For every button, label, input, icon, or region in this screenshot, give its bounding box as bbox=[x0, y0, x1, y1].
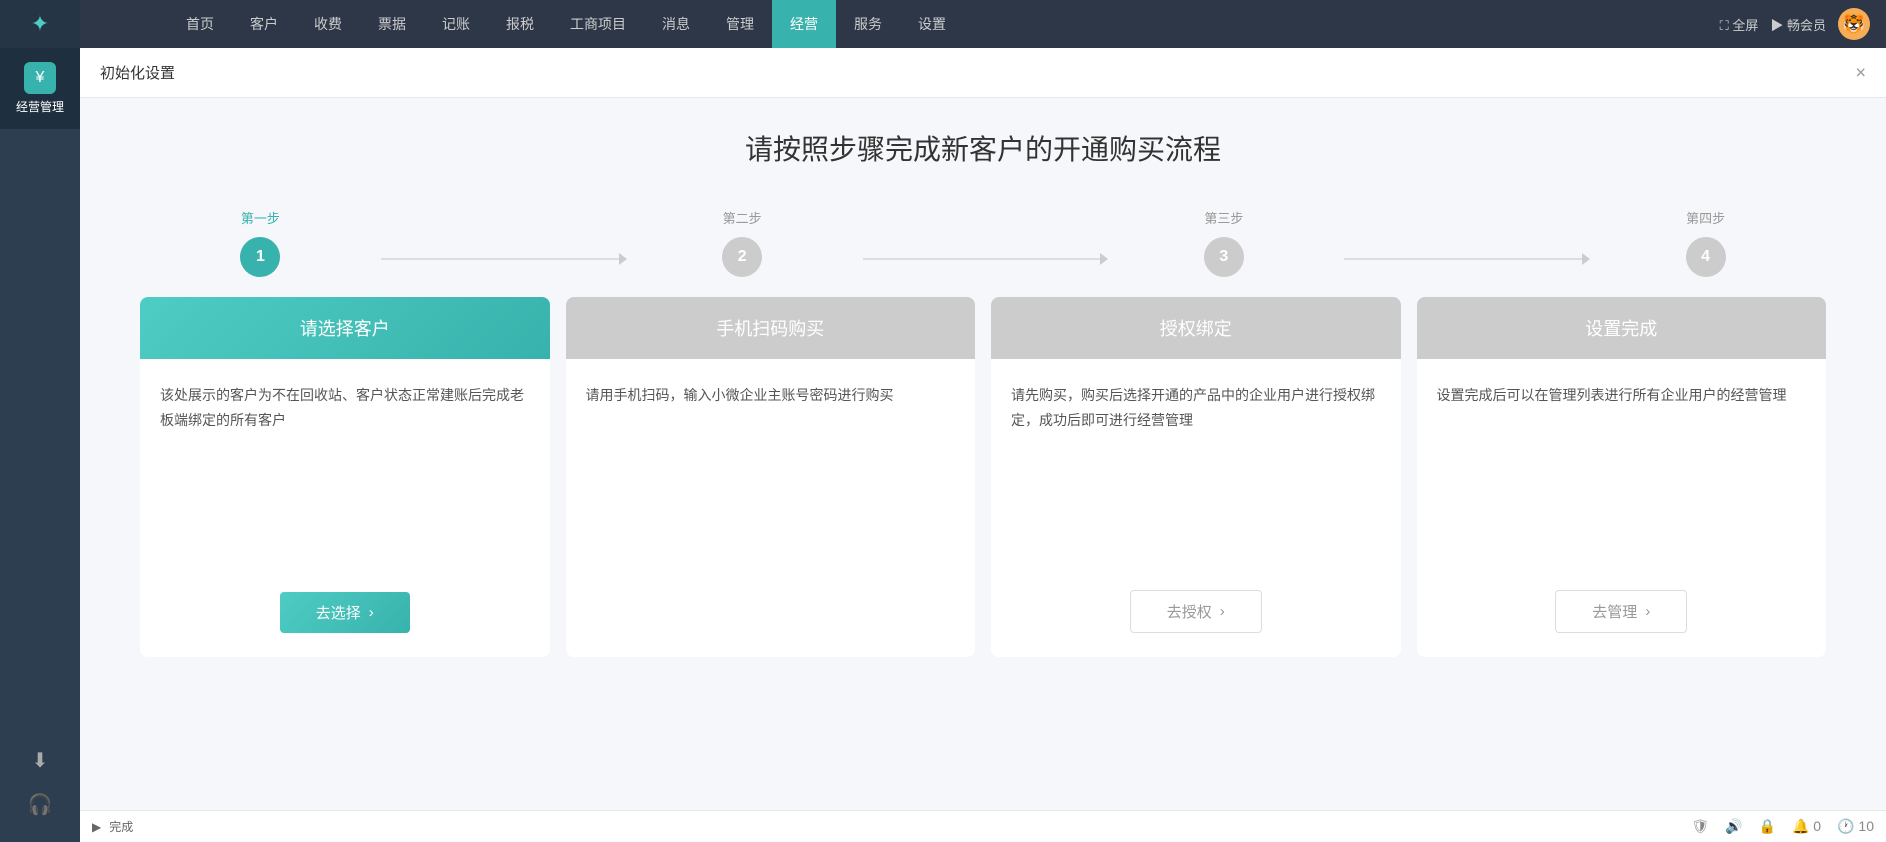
status-bar: ▶ 完成 🛡 🔊 🔒 🔔 0 🕐 10 bbox=[80, 810, 1886, 842]
top-nav: 首页 客户 收费 票据 记账 报税 工商项目 消息 管理 经营 服务 设置 ⛶ … bbox=[80, 0, 1886, 48]
main-area: 初始化设置 × 请按照步骤完成新客户的开通购买流程 第一步 1 第二步 2 bbox=[80, 48, 1886, 810]
steps-timeline: 第一步 1 第二步 2 第三步 3 bbox=[140, 208, 1826, 277]
step-item-1: 第一步 1 bbox=[140, 208, 381, 277]
card-4-footer: 去管理 › bbox=[1417, 574, 1827, 657]
page-header: 初始化设置 × bbox=[80, 48, 1886, 98]
step-4-label: 第四步 bbox=[1686, 208, 1725, 227]
lock-icon: 🔒 bbox=[1759, 818, 1776, 835]
card-2-body: 请用手机扫码，输入小微企业主账号密码进行购买 bbox=[566, 359, 976, 617]
step-2-circle: 2 bbox=[722, 237, 762, 277]
go-authorize-button[interactable]: 去授权 › bbox=[1130, 590, 1262, 633]
sidebar-main-item[interactable]: ¥ 经营管理 bbox=[0, 48, 80, 129]
step-card-1: 请选择客户 该处展示的客户为不在回收站、客户状态正常建账后完成老板端绑定的所有客… bbox=[140, 297, 550, 657]
go-manage-button[interactable]: 去管理 › bbox=[1555, 590, 1687, 633]
nav-item-message[interactable]: 消息 bbox=[644, 0, 708, 48]
step-3-label: 第三步 bbox=[1204, 208, 1243, 227]
card-3-body: 请先购买，购买后选择开通的产品中的企业用户进行授权绑定，成功后即可进行经营管理 bbox=[991, 359, 1401, 574]
cards-row: 请选择客户 该处展示的客户为不在回收站、客户状态正常建账后完成老板端绑定的所有客… bbox=[140, 297, 1826, 657]
card-3-header: 授权绑定 bbox=[991, 297, 1401, 359]
status-bar-right: 🛡 🔊 🔒 🔔 0 🕐 10 bbox=[1691, 818, 1874, 835]
nav-item-service[interactable]: 服务 bbox=[836, 0, 900, 48]
go-select-button[interactable]: 去选择 › bbox=[280, 592, 410, 633]
card-2-header: 手机扫码购买 bbox=[566, 297, 976, 359]
card-1-body: 该处展示的客户为不在回收站、客户状态正常建账后完成老板端绑定的所有客户 bbox=[140, 359, 550, 576]
nav-right: ⛶ 全屏 ▶ 畅会员 🐯 bbox=[1720, 8, 1886, 40]
avatar[interactable]: 🐯 bbox=[1838, 8, 1870, 40]
nav-item-operation[interactable]: 经营 bbox=[772, 0, 836, 48]
sidebar-main-label: 经营管理 bbox=[16, 98, 64, 115]
sidebar-bottom: ⬇ 🎧 bbox=[22, 742, 58, 842]
status-text: 完成 bbox=[109, 818, 133, 835]
card-4-body: 设置完成后可以在管理列表进行所有企业用户的经营管理 bbox=[1417, 359, 1827, 574]
card-1-header: 请选择客户 bbox=[140, 297, 550, 359]
sidebar: ✦ ¥ 经营管理 ⬇ 🎧 bbox=[0, 0, 80, 842]
play-icon: ▶ bbox=[92, 820, 101, 834]
headset-icon[interactable]: 🎧 bbox=[22, 786, 58, 822]
nav-item-bookkeeping[interactable]: 记账 bbox=[424, 0, 488, 48]
shield-icon: 🛡 bbox=[1691, 818, 1709, 835]
nav-item-customer[interactable]: 客户 bbox=[232, 0, 296, 48]
card-3-footer: 去授权 › bbox=[991, 574, 1401, 657]
fullscreen-btn[interactable]: ⛶ 全屏 bbox=[1720, 15, 1759, 34]
nav-item-business[interactable]: 工商项目 bbox=[552, 0, 644, 48]
download-icon[interactable]: ⬇ bbox=[22, 742, 58, 778]
step-item-3: 第三步 3 bbox=[1103, 208, 1344, 277]
close-button[interactable]: × bbox=[1855, 62, 1866, 83]
step-card-4: 设置完成 设置完成后可以在管理列表进行所有企业用户的经营管理 去管理 › bbox=[1417, 297, 1827, 657]
page-title: 初始化设置 bbox=[100, 62, 175, 83]
nav-item-manage[interactable]: 管理 bbox=[708, 0, 772, 48]
card-1-footer: 去选择 › bbox=[140, 576, 550, 657]
wizard-title: 请按照步骤完成新客户的开通购买流程 bbox=[120, 128, 1846, 168]
nav-item-home[interactable]: 首页 bbox=[168, 0, 232, 48]
step-item-4: 第四步 4 bbox=[1585, 208, 1826, 277]
step-item-2: 第二步 2 bbox=[622, 208, 863, 277]
step-4-circle: 4 bbox=[1686, 237, 1726, 277]
step-2-label: 第二步 bbox=[723, 208, 762, 227]
step-card-3: 授权绑定 请先购买，购买后选择开通的产品中的企业用户进行授权绑定，成功后即可进行… bbox=[991, 297, 1401, 657]
notification-icon: 🔔 0 bbox=[1792, 818, 1821, 835]
card-4-header: 设置完成 bbox=[1417, 297, 1827, 359]
steps-wrapper: 第一步 1 第二步 2 第三步 3 bbox=[120, 208, 1846, 657]
clock-icon: 🕐 10 bbox=[1837, 818, 1874, 835]
step-1-circle: 1 bbox=[240, 237, 280, 277]
step-3-circle: 3 bbox=[1204, 237, 1244, 277]
main-content: 请按照步骤完成新客户的开通购买流程 第一步 1 第二步 2 bbox=[80, 98, 1886, 810]
sidebar-main-icon: ¥ bbox=[24, 62, 56, 94]
nav-item-tax[interactable]: 报税 bbox=[488, 0, 552, 48]
card-2-footer bbox=[566, 617, 976, 657]
volume-icon: 🔊 bbox=[1725, 818, 1742, 835]
nav-item-fee[interactable]: 收费 bbox=[296, 0, 360, 48]
sidebar-logo: ✦ bbox=[0, 0, 80, 48]
nav-item-invoice[interactable]: 票据 bbox=[360, 0, 424, 48]
member-btn[interactable]: ▶ 畅会员 bbox=[1770, 15, 1826, 34]
step-1-label: 第一步 bbox=[241, 208, 280, 227]
step-card-2: 手机扫码购买 请用手机扫码，输入小微企业主账号密码进行购买 bbox=[566, 297, 976, 657]
nav-item-settings[interactable]: 设置 bbox=[900, 0, 964, 48]
